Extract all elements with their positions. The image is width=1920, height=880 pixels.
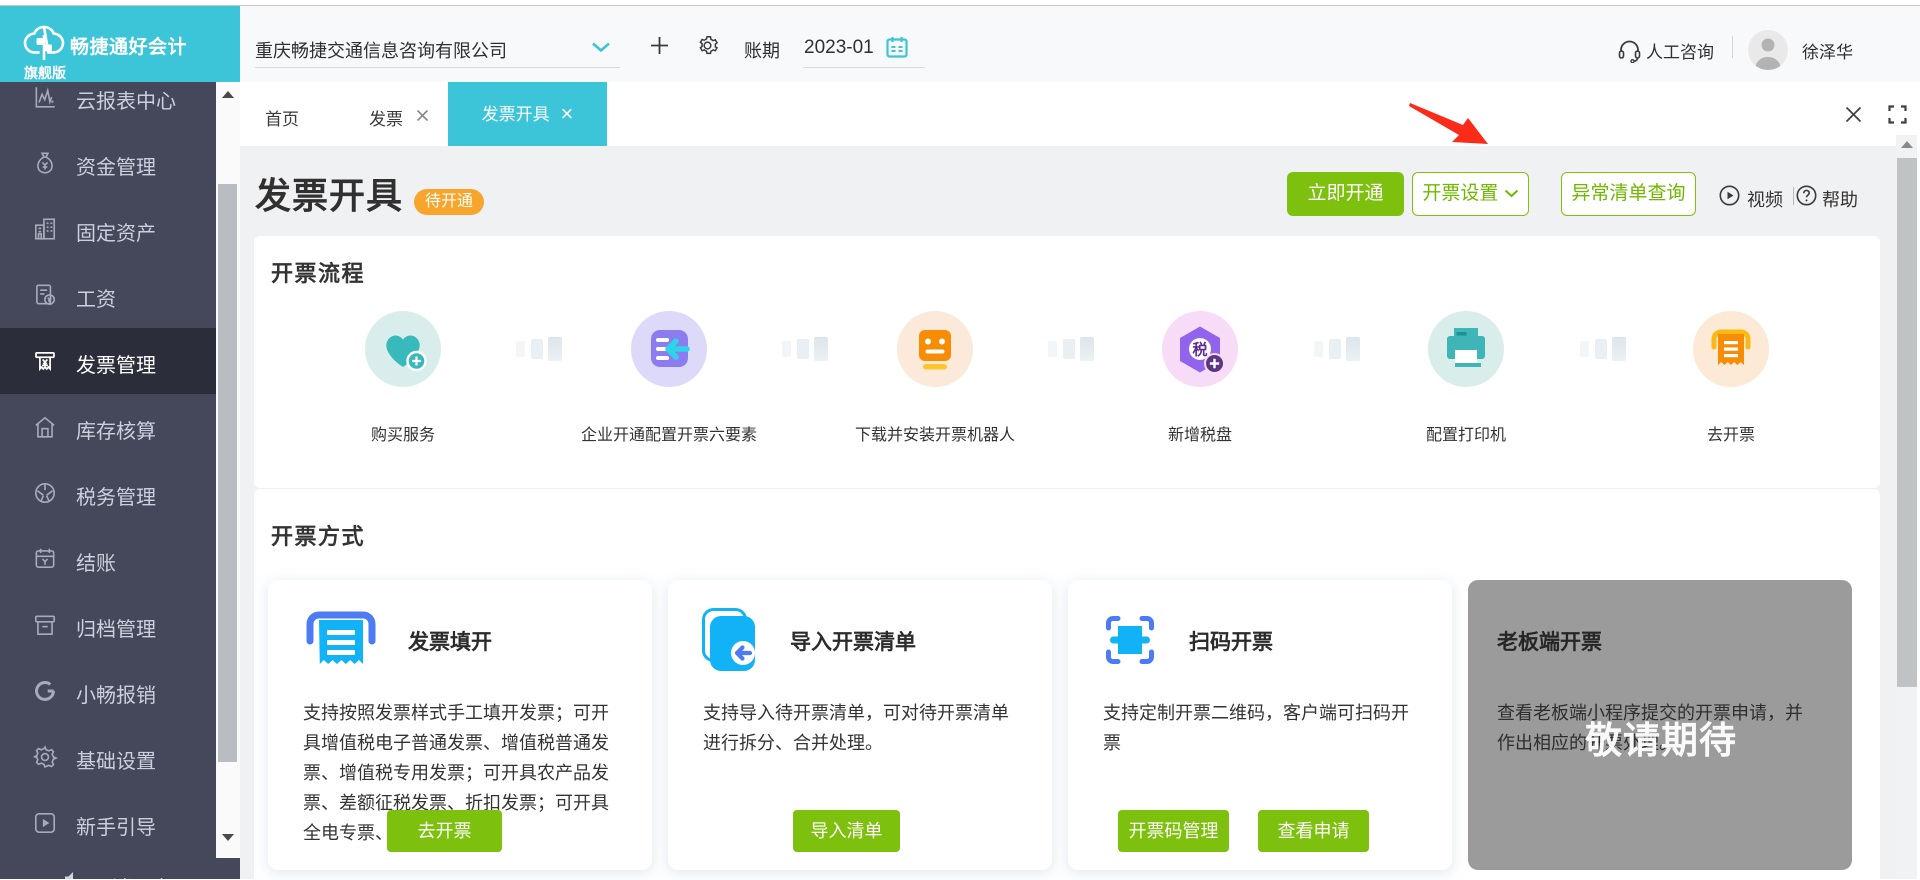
- svg-text:税: 税: [1192, 341, 1207, 359]
